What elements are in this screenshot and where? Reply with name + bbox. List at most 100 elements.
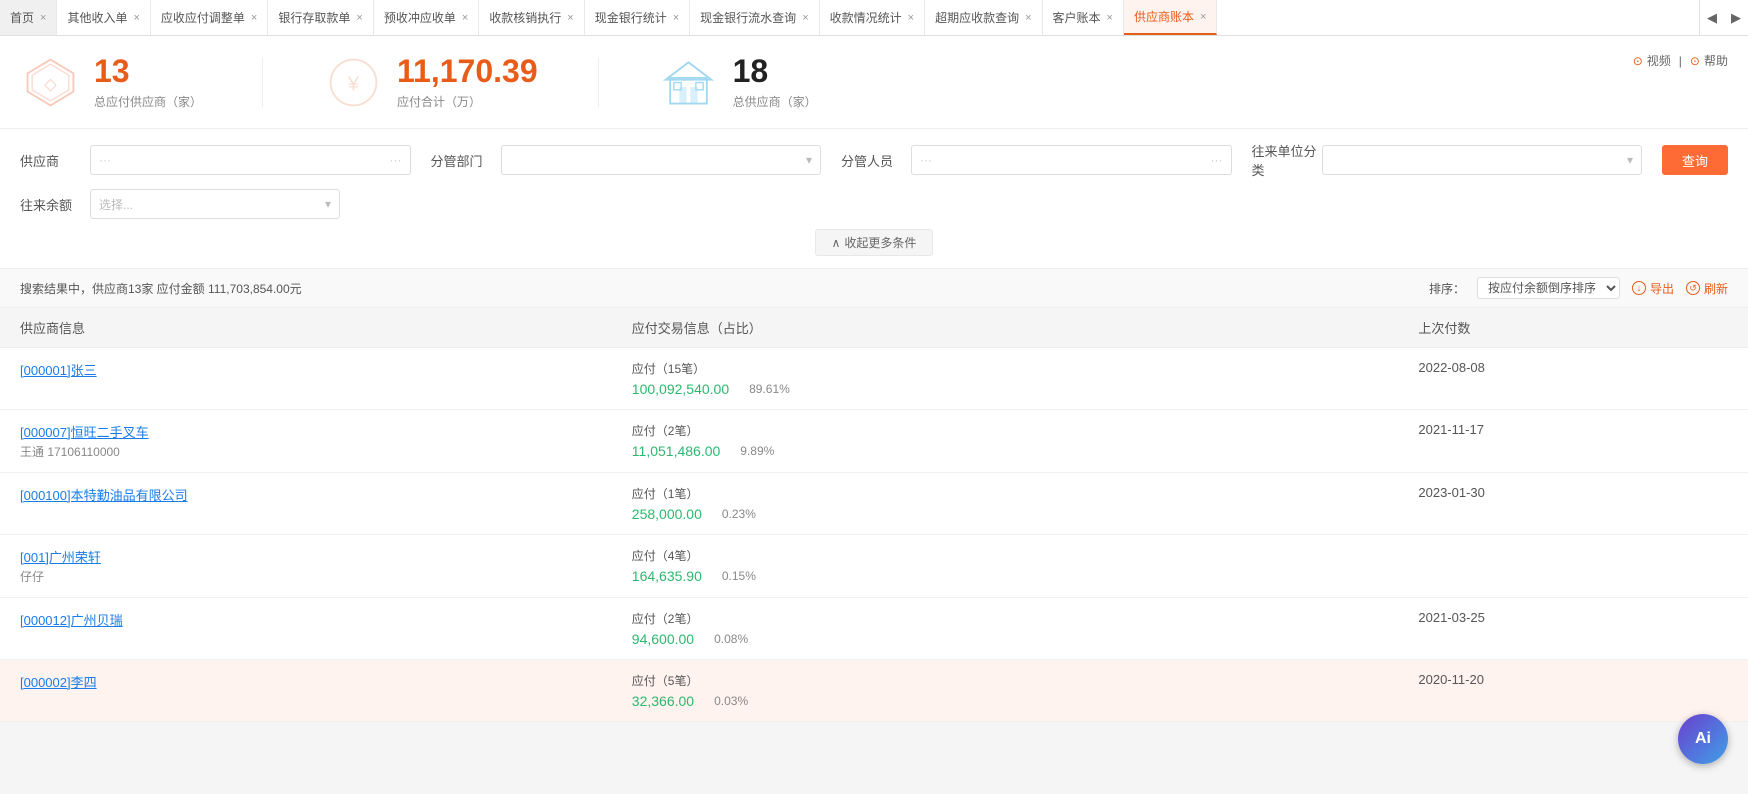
tx-percent-6: 0.03% — [714, 694, 748, 708]
collapse-label: 收起更多条件 — [844, 234, 916, 251]
col-supplier-info: 供应商信息 — [0, 308, 612, 348]
ai-button[interactable]: Ai — [1678, 714, 1728, 764]
supplier-sub-4: 仔仔 — [20, 568, 592, 585]
store-svg-icon — [661, 55, 716, 110]
table-row: [000002]李四 应付（5笔） 32,366.00 0.03% 2020-1… — [0, 660, 1748, 722]
nav-tab-customer-ledger[interactable]: 客户账本 × — [1043, 0, 1124, 35]
refresh-button[interactable]: ↺ 刷新 — [1686, 280, 1728, 297]
stat-ap-total-label: 应付合计（万） — [397, 93, 538, 110]
collapse-chevron-icon: ∧ — [832, 236, 841, 250]
nav-tab-cash-bank-stat[interactable]: 现金银行统计 × — [585, 0, 690, 35]
close-ar-ap-adjust[interactable]: × — [251, 12, 257, 24]
video-link[interactable]: 视频 — [1647, 52, 1671, 69]
table-container: 供应商信息 应付交易信息（占比） 上次付数 [000001]张三 应付（15笔）… — [0, 308, 1748, 722]
close-other-income[interactable]: × — [133, 12, 139, 24]
nav-tab-receipt-exec[interactable]: 收款核销执行 × — [479, 0, 584, 35]
nav-tab-ar-ap-adjust[interactable]: 应收应付调整单 × — [151, 0, 268, 35]
close-customer-ledger[interactable]: × — [1107, 12, 1113, 24]
tx-cell-3: 应付（1笔） 258,000.00 0.23% — [612, 473, 1399, 535]
stat-total-text: 18 总供应商（家） — [733, 54, 817, 110]
filter-area: 供应商 ··· 分管部门 ▾ 分管人员 ··· 往来单位分类 ▾ 查询 — [0, 129, 1748, 269]
help-link[interactable]: 帮助 — [1704, 52, 1728, 69]
link-separator: | — [1679, 54, 1682, 68]
close-cash-flow-query[interactable]: × — [802, 12, 808, 24]
query-button[interactable]: 查询 — [1662, 145, 1728, 175]
supplier-cell-1: [000001]张三 — [0, 348, 612, 410]
table-row: [000007]恒旺二手叉车 王通 17106110000 应付（2笔） 11,… — [0, 410, 1748, 473]
tx-amount-4: 164,635.90 — [632, 568, 702, 584]
stat-ap-total-text: 11,170.39 应付合计（万） — [397, 54, 538, 110]
category-input[interactable]: ▾ — [1322, 145, 1643, 175]
supplier-link-3[interactable]: [000100]本特勤油品有限公司 — [20, 488, 188, 503]
supplier-link-5[interactable]: [000012]广州贝瑞 — [20, 613, 123, 628]
top-right-links: ⊙ 视频 | ⊙ 帮助 — [1633, 52, 1728, 69]
tx-percent-3: 0.23% — [722, 507, 756, 521]
nav-tab-receipt-stat[interactable]: 收款情况统计 × — [820, 0, 925, 35]
balance-input[interactable]: 选择... ▾ — [90, 189, 340, 219]
tx-cell-4: 应付（4笔） 164,635.90 0.15% — [612, 535, 1399, 598]
tx-cell-6: 应付（5笔） 32,366.00 0.03% — [612, 660, 1399, 722]
table-head: 供应商信息 应付交易信息（占比） 上次付数 — [0, 308, 1748, 348]
nav-tab-overdue-query[interactable]: 超期应收款查询 × — [925, 0, 1042, 35]
tx-percent-5: 0.08% — [714, 632, 748, 646]
tx-label-3: 应付（1笔） — [632, 485, 1379, 502]
balance-placeholder: 选择... — [99, 196, 133, 213]
stat-ap-number: 13 — [94, 54, 202, 89]
lastpay-cell-3: 2023-01-30 — [1398, 473, 1748, 535]
ap-suppliers-icon: ◇ — [20, 52, 80, 112]
stat-ap-label: 总应付供应商（家） — [94, 93, 202, 110]
result-text: 搜索结果中，供应商13家 应付金额 111,703,854.00元 — [20, 282, 302, 296]
close-supplier-ledger[interactable]: × — [1200, 11, 1206, 23]
lastpay-cell-5: 2021-03-25 — [1398, 598, 1748, 660]
dept-input[interactable]: ▾ — [501, 145, 822, 175]
person-input[interactable]: ··· — [911, 145, 1232, 175]
close-receipt-stat[interactable]: × — [908, 12, 914, 24]
filter-balance: 往来余额 选择... ▾ — [20, 189, 340, 219]
collapse-button[interactable]: ∧ 收起更多条件 — [815, 229, 934, 256]
tx-label-2: 应付（2笔） — [632, 422, 1379, 439]
nav-tab-prepay-charge[interactable]: 预收冲应收单 × — [374, 0, 479, 35]
stat-total-label: 总供应商（家） — [733, 93, 817, 110]
filter-supplier-label: 供应商 — [20, 151, 90, 170]
supplier-link-2[interactable]: [000007]恒旺二手叉车 — [20, 425, 149, 440]
nav-tab-home[interactable]: 首页 × — [0, 0, 57, 35]
top-navigation: 首页 × 其他收入单 × 应收应付调整单 × 银行存取款单 × 预收冲应收单 ×… — [0, 0, 1748, 36]
stat-divider-1 — [262, 57, 263, 107]
close-bank-deposit[interactable]: × — [356, 12, 362, 24]
nav-arrow-left[interactable]: ◀ — [1700, 0, 1724, 36]
nav-tab-bank-deposit[interactable]: 银行存取款单 × — [268, 0, 373, 35]
dept-arrow-icon: ▾ — [806, 153, 812, 167]
tx-percent-1: 89.61% — [749, 382, 790, 396]
sort-select[interactable]: 按应付余额倒序排序 — [1477, 277, 1620, 299]
nav-tab-supplier-ledger[interactable]: 供应商账本 × — [1124, 0, 1217, 35]
supplier-input[interactable]: ··· — [90, 145, 411, 175]
tx-label-5: 应付（2笔） — [632, 610, 1379, 627]
filter-category-label: 往来单位分类 — [1252, 141, 1322, 179]
close-receipt-exec[interactable]: × — [567, 12, 573, 24]
supplier-cell-2: [000007]恒旺二手叉车 王通 17106110000 — [0, 410, 612, 473]
filter-person: 分管人员 ··· — [841, 145, 1232, 175]
table-header-row: 供应商信息 应付交易信息（占比） 上次付数 — [0, 308, 1748, 348]
nav-tab-other-income[interactable]: 其他收入单 × — [57, 0, 150, 35]
nav-tab-home-label: 首页 — [10, 9, 34, 26]
nav-arrow-right[interactable]: ▶ — [1724, 0, 1748, 36]
close-cash-bank-stat[interactable]: × — [673, 12, 679, 24]
last-pay-3: 2023-01-30 — [1418, 485, 1485, 500]
filter-person-label: 分管人员 — [841, 151, 911, 170]
close-prepay-charge[interactable]: × — [462, 12, 468, 24]
supplier-link-1[interactable]: [000001]张三 — [20, 363, 97, 378]
last-pay-5: 2021-03-25 — [1418, 610, 1485, 625]
export-button[interactable]: ↓ 导出 — [1632, 280, 1674, 297]
tx-cell-5: 应付（2笔） 94,600.00 0.08% — [612, 598, 1399, 660]
lastpay-cell-4 — [1398, 535, 1748, 598]
nav-tab-cash-flow-query[interactable]: 现金银行流水查询 × — [690, 0, 819, 35]
close-overdue-query[interactable]: × — [1025, 12, 1031, 24]
stat-ap-total-number: 11,170.39 — [397, 54, 538, 89]
supplier-link-4[interactable]: [001]广州荣轩 — [20, 550, 101, 565]
table-body: [000001]张三 应付（15笔） 100,092,540.00 89.61%… — [0, 348, 1748, 722]
tx-label-4: 应付（4笔） — [632, 547, 1379, 564]
tx-percent-2: 9.89% — [740, 444, 774, 458]
balance-arrow-icon: ▾ — [325, 197, 331, 211]
supplier-link-6[interactable]: [000002]李四 — [20, 675, 97, 690]
nav-tab-home-close[interactable]: × — [40, 12, 46, 24]
